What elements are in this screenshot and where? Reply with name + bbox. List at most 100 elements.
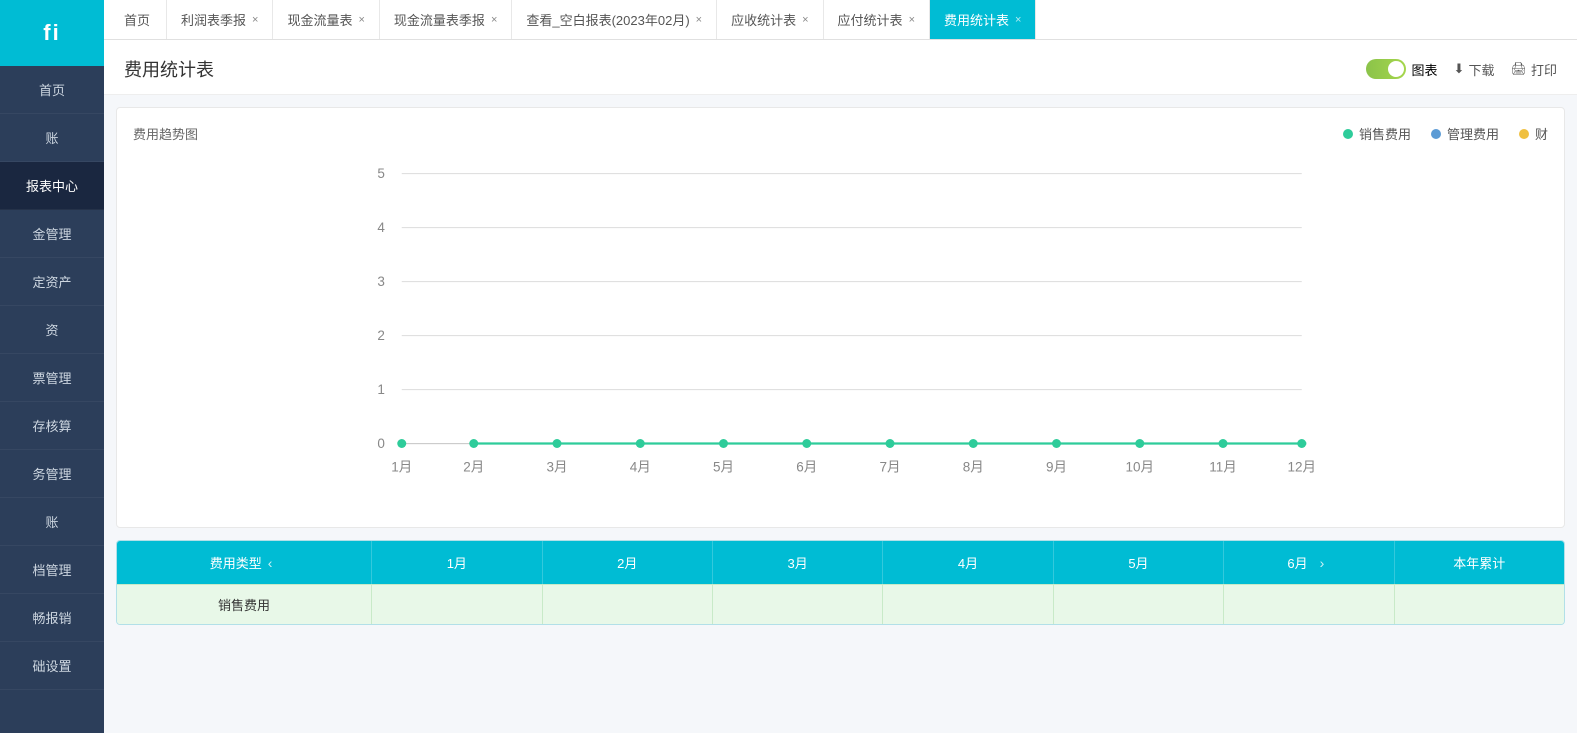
- svg-text:5月: 5月: [713, 460, 734, 475]
- page-header: 费用统计表 图表 ⬇ 下载 🖨 打印: [104, 40, 1577, 95]
- chart-legend: 销售费用 管理费用 财: [1343, 124, 1548, 143]
- col-header-m6: 6月 ›: [1224, 541, 1394, 584]
- svg-text:4月: 4月: [630, 460, 651, 475]
- sidebar-item-fund-mgmt[interactable]: 金管理: [0, 210, 104, 258]
- tab-blank-report[interactable]: 查看_空白报表(2023年02月) ×: [512, 0, 717, 40]
- chart-toggle-label: 图表: [1412, 60, 1438, 79]
- svg-text:3: 3: [377, 274, 385, 289]
- cell-m4: [883, 585, 1053, 624]
- download-button[interactable]: ⬇ 下载: [1454, 60, 1495, 79]
- close-tab-receivable[interactable]: ×: [802, 14, 808, 26]
- sidebar-item-accounts[interactable]: 账: [0, 498, 104, 546]
- col-header-m4: 4月: [883, 541, 1053, 584]
- col-type-label: 费用类型: [210, 553, 262, 572]
- legend-label-finance: 财: [1535, 124, 1548, 143]
- svg-text:7月: 7月: [879, 460, 900, 475]
- sidebar-item-service-mgmt[interactable]: 务管理: [0, 450, 104, 498]
- chart-section: 费用趋势图 销售费用 管理费用 财: [116, 107, 1565, 528]
- chart-container: 0 1 2 3 4 5: [133, 151, 1548, 511]
- svg-text:4: 4: [377, 220, 385, 235]
- print-label: 打印: [1531, 60, 1557, 79]
- svg-text:12月: 12月: [1287, 460, 1316, 475]
- sidebar-item-file-mgmt[interactable]: 档管理: [0, 546, 104, 594]
- legend-dot-finance: [1519, 129, 1529, 139]
- svg-text:9月: 9月: [1046, 460, 1067, 475]
- col-header-m1: 1月: [372, 541, 542, 584]
- col-header-m3: 3月: [713, 541, 883, 584]
- cell-type: 销售费用: [117, 585, 372, 624]
- nav-prev-arrow[interactable]: ‹: [268, 555, 273, 571]
- svg-text:1: 1: [377, 382, 385, 397]
- close-tab-payable[interactable]: ×: [909, 14, 915, 26]
- sidebar-item-inventory[interactable]: 存核算: [0, 402, 104, 450]
- svg-text:0: 0: [377, 436, 385, 451]
- close-tab-blank-report[interactable]: ×: [696, 14, 702, 26]
- cell-m5: [1054, 585, 1224, 624]
- tab-bar: 首页 利润表季报 × 现金流量表 × 现金流量表季报 × 查看_空白报表(202…: [104, 0, 1577, 40]
- chart-header: 费用趋势图 销售费用 管理费用 财: [133, 124, 1548, 143]
- header-actions: 图表 ⬇ 下载 🖨 打印: [1366, 59, 1557, 79]
- nav-next-arrow[interactable]: ›: [1320, 555, 1325, 571]
- sidebar-item-resources[interactable]: 资: [0, 306, 104, 354]
- page-title: 费用统计表: [124, 56, 214, 82]
- cell-m6: [1224, 585, 1394, 624]
- sidebar: fi 首页 账 报表中心 金管理 定资产 资 票管理 存核算 务管理 账 档管理…: [0, 0, 104, 733]
- svg-text:2: 2: [377, 328, 385, 343]
- tab-expense-stats[interactable]: 费用统计表 ×: [930, 0, 1036, 40]
- col-header-m2: 2月: [543, 541, 713, 584]
- sidebar-item-invoice-mgmt[interactable]: 票管理: [0, 354, 104, 402]
- cell-m2: [543, 585, 713, 624]
- tab-payable[interactable]: 应付统计表 ×: [824, 0, 930, 40]
- main-area: 首页 利润表季报 × 现金流量表 × 现金流量表季报 × 查看_空白报表(202…: [104, 0, 1577, 733]
- col-header-type: 费用类型 ‹: [117, 541, 372, 584]
- tab-profit-report[interactable]: 利润表季报 ×: [167, 0, 273, 40]
- legend-admin: 管理费用: [1431, 124, 1499, 143]
- print-icon: 🖨: [1510, 61, 1527, 77]
- col-header-ytd: 本年累计: [1395, 541, 1564, 584]
- cell-m3: [713, 585, 883, 624]
- svg-text:5: 5: [377, 166, 385, 181]
- tab-home[interactable]: 首页: [108, 0, 167, 40]
- legend-label-sales: 销售费用: [1359, 124, 1411, 143]
- chart-toggle-switch[interactable]: [1366, 59, 1406, 79]
- cell-ytd: [1395, 585, 1564, 624]
- data-table-section: 费用类型 ‹ 1月 2月 3月 4月 5月 6月 › 本年累计 销售费用: [116, 540, 1565, 625]
- chart-toggle-wrap[interactable]: 图表: [1366, 59, 1438, 79]
- print-button[interactable]: 🖨 打印: [1510, 60, 1557, 79]
- close-tab-cashflow-quarter[interactable]: ×: [491, 14, 497, 26]
- sidebar-item-home[interactable]: 首页: [0, 66, 104, 114]
- svg-text:8月: 8月: [963, 460, 984, 475]
- sidebar-item-report-center[interactable]: 报表中心: [0, 162, 104, 210]
- svg-text:2月: 2月: [463, 460, 484, 475]
- close-tab-profit-report[interactable]: ×: [252, 14, 258, 26]
- svg-text:6月: 6月: [796, 460, 817, 475]
- close-tab-expense-stats[interactable]: ×: [1015, 14, 1021, 26]
- chart-title: 费用趋势图: [133, 124, 198, 143]
- tab-cashflow[interactable]: 现金流量表 ×: [273, 0, 379, 40]
- svg-text:10月: 10月: [1125, 460, 1154, 475]
- legend-dot-sales: [1343, 129, 1353, 139]
- svg-text:3月: 3月: [546, 460, 567, 475]
- col-header-m5: 5月: [1054, 541, 1224, 584]
- legend-dot-admin: [1431, 129, 1441, 139]
- download-label: 下载: [1468, 60, 1494, 79]
- download-icon: ⬇: [1454, 61, 1465, 77]
- legend-label-admin: 管理费用: [1447, 124, 1499, 143]
- table-row: 销售费用: [117, 584, 1564, 624]
- close-tab-cashflow[interactable]: ×: [358, 14, 364, 26]
- line-chart-svg: 0 1 2 3 4 5: [133, 151, 1548, 511]
- sidebar-item-expense-reimb[interactable]: 畅报销: [0, 594, 104, 642]
- legend-finance: 财: [1519, 124, 1548, 143]
- tab-cashflow-quarter[interactable]: 现金流量表季报 ×: [380, 0, 512, 40]
- sidebar-item-account[interactable]: 账: [0, 114, 104, 162]
- sidebar-item-basic-settings[interactable]: 础设置: [0, 642, 104, 690]
- cell-m1: [372, 585, 542, 624]
- svg-text:11月: 11月: [1209, 460, 1237, 475]
- sidebar-item-fixed-assets[interactable]: 定资产: [0, 258, 104, 306]
- data-table-header: 费用类型 ‹ 1月 2月 3月 4月 5月 6月 › 本年累计: [117, 541, 1564, 584]
- content-area: 费用统计表 图表 ⬇ 下载 🖨 打印 费用趋势图: [104, 40, 1577, 733]
- sidebar-logo: fi: [0, 0, 104, 66]
- tab-receivable[interactable]: 应收统计表 ×: [717, 0, 823, 40]
- legend-sales: 销售费用: [1343, 124, 1411, 143]
- svg-text:1月: 1月: [391, 460, 412, 475]
